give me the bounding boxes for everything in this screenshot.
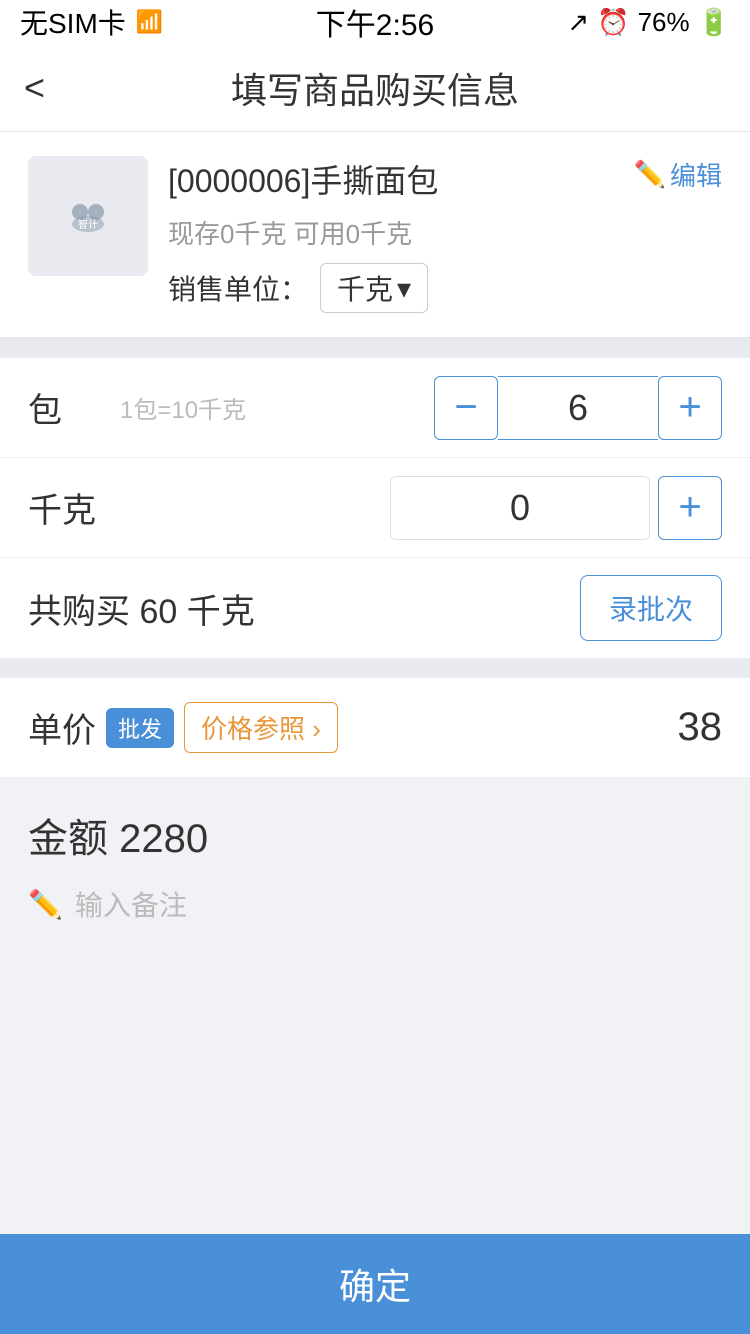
price-label: 单价: [28, 703, 96, 752]
kg-quantity-input[interactable]: [390, 476, 650, 540]
kg-label: 千克: [28, 483, 108, 532]
bag-minus-button[interactable]: −: [434, 376, 498, 440]
location-icon: ↗: [567, 7, 589, 38]
wifi-icon: 📶: [136, 9, 163, 35]
bag-plus-button[interactable]: +: [658, 376, 722, 440]
amount-section: 金额 2280 ✏️ 输入备注: [0, 778, 750, 944]
unit-value: 千克: [337, 268, 393, 308]
alarm-icon: ⏰: [597, 7, 629, 38]
price-row: 单价 批发 价格参照 › 38: [0, 678, 750, 778]
back-button[interactable]: <: [24, 67, 45, 109]
bag-label: 包: [28, 383, 108, 432]
bag-row: 包 1包=10千克 − +: [0, 358, 750, 458]
product-card: 智计 [0000006]手撕面包 ✏️ 编辑 现存0千克 可用0千克 销售单位：…: [0, 132, 750, 338]
battery-icon: 🔋: [698, 7, 730, 38]
form-section: 包 1包=10千克 − + 千克 +: [0, 358, 750, 558]
bag-sublabel: 1包=10千克: [120, 390, 434, 425]
edit-icon: ✏️: [634, 159, 666, 190]
price-reference-button[interactable]: 价格参照 ›: [184, 702, 338, 753]
product-logo-icon: 智计: [58, 186, 118, 246]
bag-quantity-input[interactable]: [498, 376, 658, 440]
amount-label: 金额: [28, 817, 108, 861]
note-placeholder: 输入备注: [75, 884, 187, 924]
product-top-row: [0000006]手撕面包 ✏️ 编辑: [168, 156, 722, 214]
status-bar: 无SIM卡 📶 下午2:56 ↗ ⏰ 76% 🔋: [0, 0, 750, 44]
edit-label: 编辑: [670, 156, 722, 193]
confirm-button[interactable]: 确定: [0, 1234, 750, 1334]
price-section: 单价 批发 价格参照 › 38: [0, 678, 750, 778]
empty-area: [0, 944, 750, 1244]
product-image: 智计: [28, 156, 148, 276]
separator-1: [0, 338, 750, 358]
status-time: 下午2:56: [316, 0, 434, 44]
product-unit-row: 销售单位： 千克 ▾: [168, 263, 722, 313]
separator-2: [0, 658, 750, 678]
battery: 76%: [638, 7, 690, 38]
amount-number: 2280: [119, 817, 208, 861]
status-right: ↗ ⏰ 76% 🔋: [567, 7, 730, 38]
bag-quantity-control: − +: [434, 376, 722, 440]
record-batch-button[interactable]: 录批次: [580, 575, 722, 641]
price-value: 38: [678, 705, 723, 750]
status-left: 无SIM卡 📶: [20, 2, 163, 42]
unit-label: 销售单位：: [168, 268, 308, 308]
carrier-text: 无SIM卡: [20, 2, 126, 42]
total-text: 共购买 60 千克: [28, 584, 255, 633]
product-name: [0000006]手撕面包: [168, 156, 438, 202]
price-batch-tag: 批发: [106, 708, 174, 748]
nav-bar: < 填写商品购买信息: [0, 44, 750, 132]
edit-button[interactable]: ✏️ 编辑: [634, 156, 722, 193]
amount-row: 金额 2280: [28, 806, 722, 864]
unit-dropdown[interactable]: 千克 ▾: [320, 263, 428, 313]
product-stock: 现存0千克 可用0千克: [168, 214, 722, 251]
kg-plus-button[interactable]: +: [658, 476, 722, 540]
kg-quantity-control: +: [390, 476, 722, 540]
dropdown-arrow-icon: ▾: [397, 272, 411, 305]
total-row: 共购买 60 千克 录批次: [0, 558, 750, 658]
svg-text:智计: 智计: [78, 218, 98, 231]
kg-row: 千克 +: [0, 458, 750, 558]
product-info: [0000006]手撕面包 ✏️ 编辑 现存0千克 可用0千克 销售单位： 千克…: [168, 156, 722, 313]
pencil-icon: ✏️: [28, 888, 63, 921]
page-title: 填写商品购买信息: [231, 62, 519, 114]
note-row[interactable]: ✏️ 输入备注: [28, 884, 722, 924]
